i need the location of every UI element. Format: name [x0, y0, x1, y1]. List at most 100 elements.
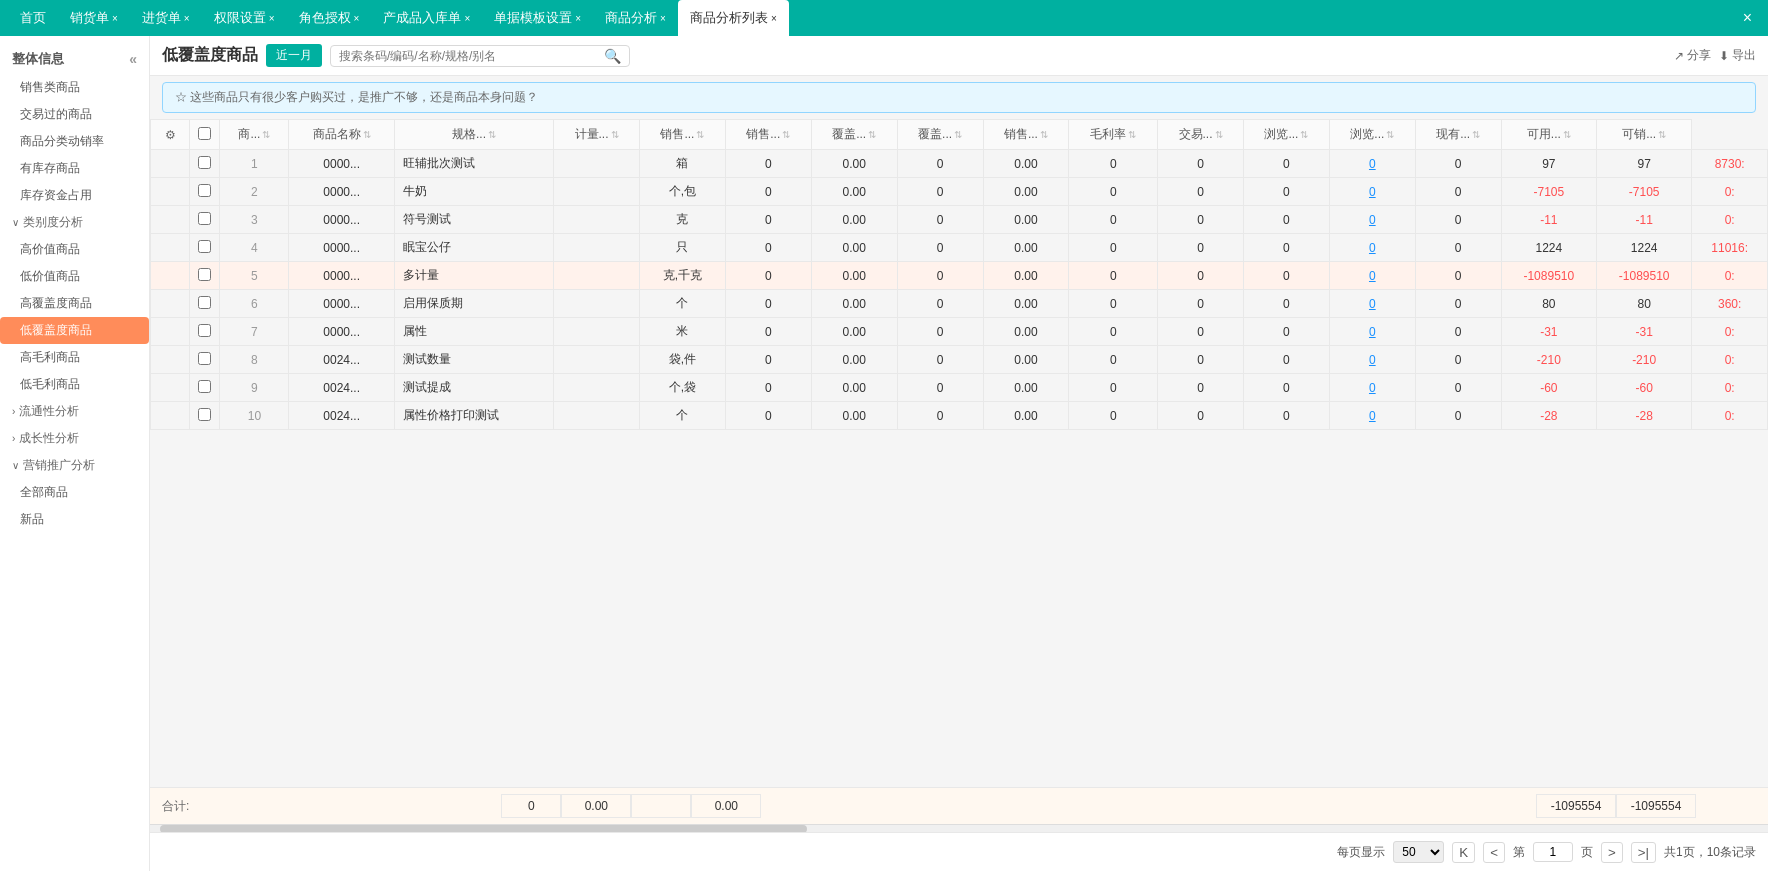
cell-browse1[interactable]: 0	[1329, 234, 1415, 262]
browse1-link[interactable]: 0	[1369, 213, 1376, 227]
cell-checkbox[interactable]	[190, 206, 220, 234]
share-button[interactable]: ↗ 分享	[1674, 47, 1711, 64]
sidebar-item-new-goods[interactable]: 新品	[0, 506, 149, 533]
col-cover1[interactable]: 覆盖...⇅	[811, 120, 897, 150]
sidebar-group-growth[interactable]: ›成长性分析	[0, 425, 149, 452]
cell-checkbox[interactable]	[190, 318, 220, 346]
browse1-link[interactable]: 0	[1369, 381, 1376, 395]
sidebar-item-low-value[interactable]: 低价值商品	[0, 263, 149, 290]
browse1-link[interactable]: 0	[1369, 185, 1376, 199]
nav-sales-order-close[interactable]: ×	[112, 13, 118, 24]
nav-template-settings-close[interactable]: ×	[575, 13, 581, 24]
nav-sales-order[interactable]: 销货单 ×	[58, 0, 130, 36]
sidebar-item-stocked-goods[interactable]: 有库存商品	[0, 155, 149, 182]
first-page-button[interactable]: K	[1452, 842, 1475, 863]
nav-product-analysis[interactable]: 商品分析 ×	[593, 0, 678, 36]
row-checkbox[interactable]	[198, 324, 211, 337]
col-sales2[interactable]: 销售...⇅	[725, 120, 811, 150]
cell-browse1[interactable]: 0	[1329, 402, 1415, 430]
nav-permission-settings-close[interactable]: ×	[269, 13, 275, 24]
cell-browse1[interactable]: 0	[1329, 346, 1415, 374]
row-checkbox[interactable]	[198, 352, 211, 365]
export-button[interactable]: ⬇ 导出	[1719, 47, 1756, 64]
row-checkbox[interactable]	[198, 408, 211, 421]
sidebar-group-marketing[interactable]: ∨营销推广分析	[0, 452, 149, 479]
cell-checkbox[interactable]	[190, 402, 220, 430]
horizontal-scrollbar[interactable]	[150, 824, 1768, 832]
row-checkbox[interactable]	[198, 184, 211, 197]
cell-browse1[interactable]: 0	[1329, 318, 1415, 346]
col-spec[interactable]: 规格...⇅	[394, 120, 553, 150]
col-browse2[interactable]: 浏览...⇅	[1329, 120, 1415, 150]
next-page-button[interactable]: >	[1601, 842, 1623, 863]
col-name[interactable]: 商品名称⇅	[289, 120, 395, 150]
nav-product-analysis-list-close[interactable]: ×	[771, 13, 777, 24]
sidebar-group-category-analysis[interactable]: ∨类别度分析	[0, 209, 149, 236]
sidebar-item-low-coverage[interactable]: 低覆盖度商品	[0, 317, 149, 344]
browse1-link[interactable]: 0	[1369, 409, 1376, 423]
cell-checkbox[interactable]	[190, 374, 220, 402]
last-page-button[interactable]: >|	[1631, 842, 1656, 863]
row-checkbox[interactable]	[198, 212, 211, 225]
sidebar-item-high-coverage[interactable]: 高覆盖度商品	[0, 290, 149, 317]
col-margin[interactable]: 毛利率⇅	[1069, 120, 1158, 150]
cell-checkbox[interactable]	[190, 290, 220, 318]
nav-permission-settings[interactable]: 权限设置 ×	[202, 0, 287, 36]
nav-role-auth[interactable]: 角色授权 ×	[287, 0, 372, 36]
sidebar-item-category-turnover[interactable]: 商品分类动销率	[0, 128, 149, 155]
search-input[interactable]	[339, 49, 604, 63]
row-checkbox[interactable]	[198, 240, 211, 253]
row-checkbox[interactable]	[198, 296, 211, 309]
cell-browse1[interactable]: 0	[1329, 150, 1415, 178]
col-settings[interactable]: ⚙	[151, 120, 190, 150]
row-checkbox[interactable]	[198, 268, 211, 281]
nav-home[interactable]: 首页	[8, 0, 58, 36]
col-unit[interactable]: 计量...⇅	[554, 120, 640, 150]
browse1-link[interactable]: 0	[1369, 325, 1376, 339]
col-current[interactable]: 现有...⇅	[1415, 120, 1501, 150]
window-close-button[interactable]: ×	[1735, 9, 1760, 27]
cell-browse1[interactable]: 0	[1329, 206, 1415, 234]
col-browse1[interactable]: 浏览...⇅	[1243, 120, 1329, 150]
sidebar-item-sales-goods[interactable]: 销售类商品	[0, 74, 149, 101]
row-checkbox[interactable]	[198, 380, 211, 393]
cell-browse1[interactable]: 0	[1329, 178, 1415, 206]
sidebar-item-stock-capital[interactable]: 库存资金占用	[0, 182, 149, 209]
row-checkbox[interactable]	[198, 156, 211, 169]
nav-purchase-order[interactable]: 进货单 ×	[130, 0, 202, 36]
col-code[interactable]: 商...⇅	[220, 120, 289, 150]
col-sales1[interactable]: 销售...⇅	[639, 120, 725, 150]
prev-page-button[interactable]: <	[1483, 842, 1505, 863]
page-number-input[interactable]	[1533, 842, 1573, 862]
cell-browse1[interactable]: 0	[1329, 262, 1415, 290]
period-button[interactable]: 近一月	[266, 44, 322, 67]
sidebar-item-high-value[interactable]: 高价值商品	[0, 236, 149, 263]
sidebar-item-high-margin[interactable]: 高毛利商品	[0, 344, 149, 371]
sidebar-collapse-button[interactable]: «	[129, 51, 137, 67]
cell-browse1[interactable]: 0	[1329, 374, 1415, 402]
browse1-link[interactable]: 0	[1369, 157, 1376, 171]
nav-template-settings[interactable]: 单据模板设置 ×	[482, 0, 593, 36]
cell-checkbox[interactable]	[190, 150, 220, 178]
nav-product-warehouse-close[interactable]: ×	[464, 13, 470, 24]
col-cover2[interactable]: 覆盖...⇅	[897, 120, 983, 150]
nav-role-auth-close[interactable]: ×	[354, 13, 360, 24]
nav-product-analysis-close[interactable]: ×	[660, 13, 666, 24]
search-box[interactable]: 🔍	[330, 45, 630, 67]
cell-checkbox[interactable]	[190, 178, 220, 206]
col-available[interactable]: 可用...⇅	[1501, 120, 1596, 150]
browse1-link[interactable]: 0	[1369, 269, 1376, 283]
browse1-link[interactable]: 0	[1369, 353, 1376, 367]
cell-browse1[interactable]: 0	[1329, 290, 1415, 318]
select-all-checkbox[interactable]	[198, 127, 211, 140]
nav-product-analysis-list[interactable]: 商品分析列表 ×	[678, 0, 789, 36]
browse1-link[interactable]: 0	[1369, 297, 1376, 311]
settings-icon[interactable]: ⚙	[165, 128, 176, 142]
sidebar-group-liquidity[interactable]: ›流通性分析	[0, 398, 149, 425]
cell-checkbox[interactable]	[190, 234, 220, 262]
sidebar-item-low-margin[interactable]: 低毛利商品	[0, 371, 149, 398]
col-sales3[interactable]: 销售...⇅	[983, 120, 1069, 150]
nav-purchase-order-close[interactable]: ×	[184, 13, 190, 24]
sidebar-item-traded-goods[interactable]: 交易过的商品	[0, 101, 149, 128]
nav-product-warehouse[interactable]: 产成品入库单 ×	[371, 0, 482, 36]
